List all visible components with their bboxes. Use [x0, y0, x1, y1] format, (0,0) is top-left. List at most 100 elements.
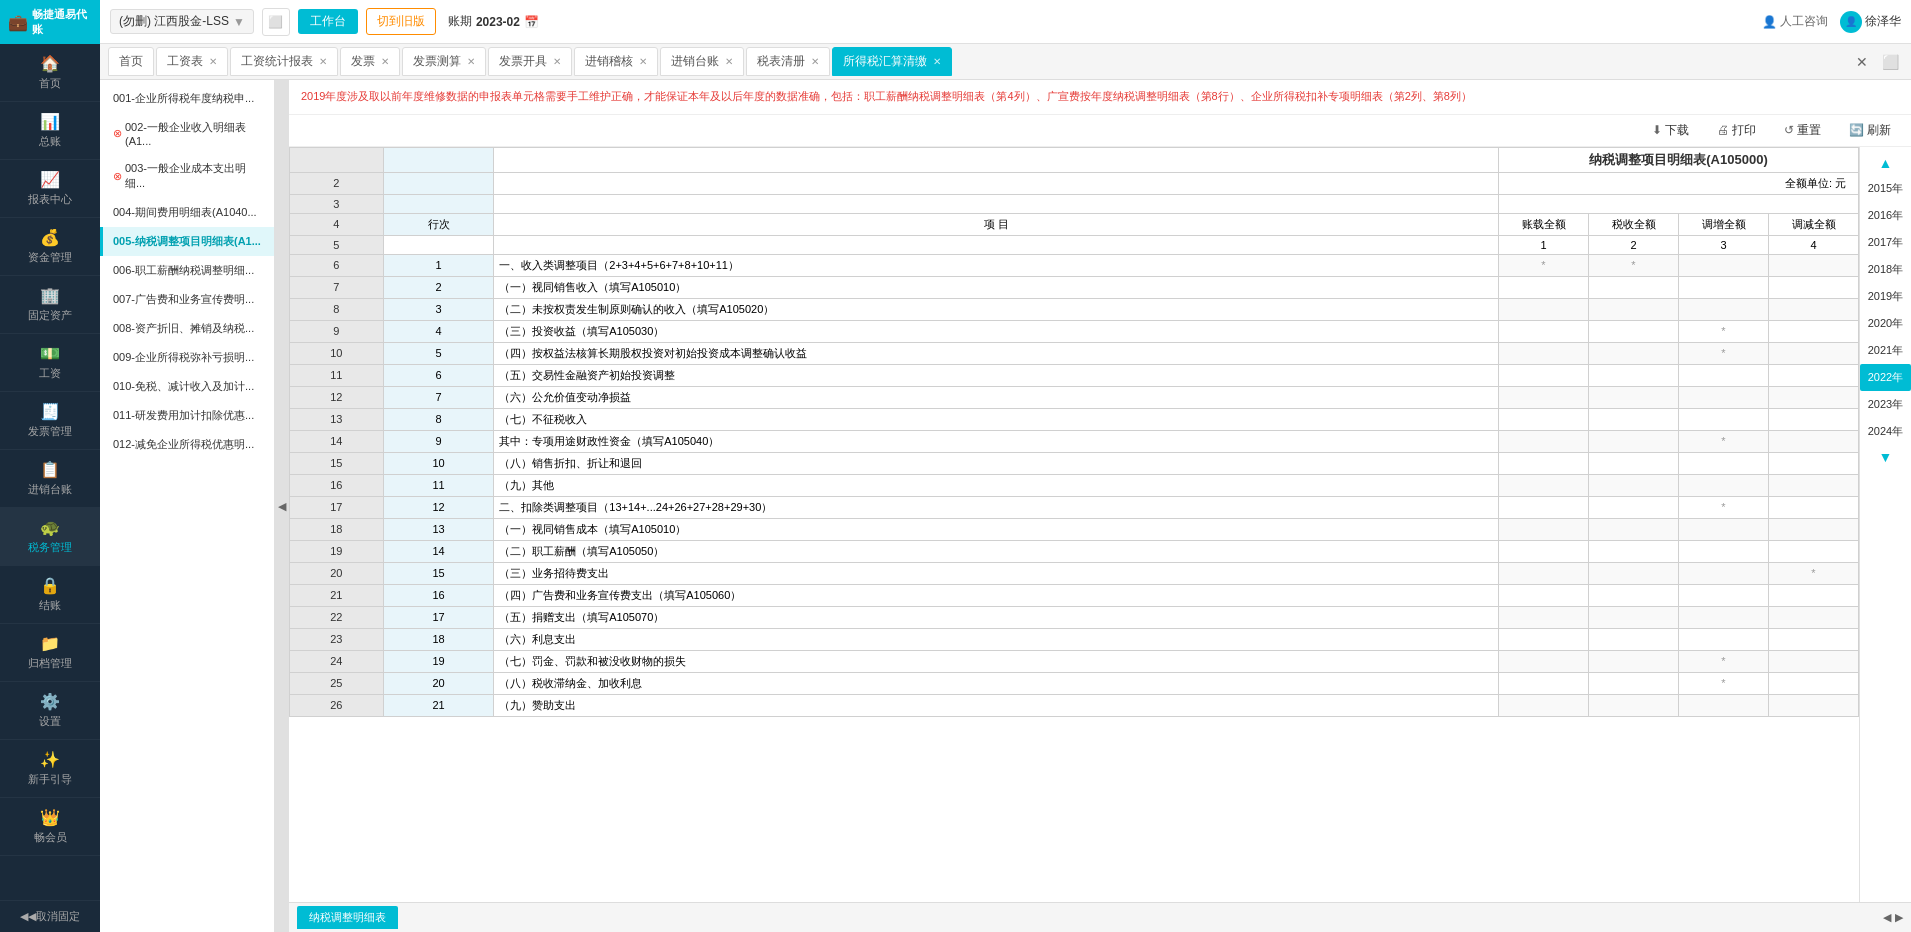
- left-panel-item-001[interactable]: 001-企业所得税年度纳税申...: [100, 84, 274, 113]
- cell-col2[interactable]: [1589, 276, 1679, 298]
- left-panel-item-004[interactable]: 004-期间费用明细表(A1040...: [100, 198, 274, 227]
- cell-col4[interactable]: [1769, 386, 1859, 408]
- user-menu[interactable]: 👤 徐泽华: [1840, 11, 1901, 33]
- cell-col1[interactable]: [1499, 650, 1589, 672]
- cell-col4[interactable]: [1769, 342, 1859, 364]
- cell-col2[interactable]: [1589, 650, 1679, 672]
- cell-col3[interactable]: *: [1679, 496, 1769, 518]
- cell-col3[interactable]: [1679, 452, 1769, 474]
- cell-col2[interactable]: [1589, 364, 1679, 386]
- cell-col1[interactable]: [1499, 672, 1589, 694]
- cell-col1[interactable]: [1499, 694, 1589, 716]
- cell-col1[interactable]: [1499, 298, 1589, 320]
- tab-income-tax-close[interactable]: ✕: [933, 56, 941, 67]
- cell-col3[interactable]: [1679, 298, 1769, 320]
- tab-invoice-calc-close[interactable]: ✕: [467, 56, 475, 67]
- sidebar-item-assets[interactable]: 💰 资金管理: [0, 218, 100, 276]
- year-2024[interactable]: 2024年: [1860, 418, 1911, 445]
- left-panel-item-005[interactable]: 005-纳税调整项目明细表(A1...: [100, 227, 274, 256]
- year-2018[interactable]: 2018年: [1860, 256, 1911, 283]
- sidebar-item-guide[interactable]: ✨ 新手引导: [0, 740, 100, 798]
- cell-col2[interactable]: [1589, 672, 1679, 694]
- cell-col2[interactable]: [1589, 408, 1679, 430]
- sheet-area[interactable]: 纳税调整项目明细表(A105000) 2 全额单位: 元 3: [289, 147, 1859, 902]
- refresh-button[interactable]: 🔄 刷新: [1841, 119, 1899, 142]
- cell-col4[interactable]: [1769, 276, 1859, 298]
- cell-col4[interactable]: [1769, 298, 1859, 320]
- cell-col3[interactable]: *: [1679, 320, 1769, 342]
- cell-col3[interactable]: [1679, 606, 1769, 628]
- sidebar-item-tax-mgmt[interactable]: 🐢 税务管理: [0, 508, 100, 566]
- company-selector[interactable]: (勿删) 江西股金-LSS ▼: [110, 9, 254, 34]
- cell-col1[interactable]: [1499, 430, 1589, 452]
- year-2021[interactable]: 2021年: [1860, 337, 1911, 364]
- calendar-icon[interactable]: 📅: [524, 15, 539, 29]
- bottom-tab-shuishui[interactable]: 纳税调整明细表: [297, 906, 398, 929]
- left-panel-item-008[interactable]: 008-资产折旧、摊销及纳税...: [100, 314, 274, 343]
- tab-tax-clear-close[interactable]: ✕: [811, 56, 819, 67]
- cell-col3[interactable]: [1679, 562, 1769, 584]
- cell-col2[interactable]: [1589, 342, 1679, 364]
- cell-col1[interactable]: *: [1499, 254, 1589, 276]
- sidebar-item-archive[interactable]: 📁 归档管理: [0, 624, 100, 682]
- cell-col1[interactable]: [1499, 628, 1589, 650]
- cell-col2[interactable]: [1589, 474, 1679, 496]
- cell-col2[interactable]: [1589, 606, 1679, 628]
- sidebar-item-reports[interactable]: 📈 报表中心: [0, 160, 100, 218]
- cell-col2[interactable]: *: [1589, 254, 1679, 276]
- cell-col3[interactable]: [1679, 276, 1769, 298]
- cell-col3[interactable]: [1679, 540, 1769, 562]
- cell-col4[interactable]: [1769, 496, 1859, 518]
- cell-col3[interactable]: *: [1679, 650, 1769, 672]
- cell-col1[interactable]: [1499, 518, 1589, 540]
- sidebar-item-invoice-mgmt[interactable]: 🧾 发票管理: [0, 392, 100, 450]
- year-scroll-up[interactable]: ▲: [1875, 151, 1897, 175]
- cell-col1[interactable]: [1499, 496, 1589, 518]
- window-close-btn[interactable]: ✕: [1852, 52, 1872, 72]
- tab-salary-stats-close[interactable]: ✕: [319, 56, 327, 67]
- print-button[interactable]: 🖨 打印: [1709, 119, 1764, 142]
- tab-invoice-open[interactable]: 发票开具 ✕: [488, 47, 572, 76]
- cell-col1[interactable]: [1499, 342, 1589, 364]
- left-panel-item-010[interactable]: 010-免税、减计收入及加计...: [100, 372, 274, 401]
- cell-col1[interactable]: [1499, 562, 1589, 584]
- sidebar-item-member[interactable]: 👑 畅会员: [0, 798, 100, 856]
- tab-invoice-close[interactable]: ✕: [381, 56, 389, 67]
- old-version-button[interactable]: 切到旧版: [366, 8, 436, 35]
- cell-col2[interactable]: [1589, 496, 1679, 518]
- reset-button[interactable]: ↺ 重置: [1776, 119, 1829, 142]
- cell-col3[interactable]: [1679, 694, 1769, 716]
- year-2019[interactable]: 2019年: [1860, 283, 1911, 310]
- cell-col2[interactable]: [1589, 430, 1679, 452]
- left-panel-item-011[interactable]: 011-研发费用加计扣除优惠...: [100, 401, 274, 430]
- cell-col1[interactable]: [1499, 364, 1589, 386]
- cell-col4[interactable]: [1769, 694, 1859, 716]
- cell-col4[interactable]: [1769, 430, 1859, 452]
- cell-col1[interactable]: [1499, 452, 1589, 474]
- cell-col4[interactable]: *: [1769, 562, 1859, 584]
- tab-invoice-open-close[interactable]: ✕: [553, 56, 561, 67]
- tab-income-tax[interactable]: 所得税汇算清缴 ✕: [832, 47, 952, 76]
- sidebar-item-closing[interactable]: 🔒 结账: [0, 566, 100, 624]
- cell-col4[interactable]: [1769, 606, 1859, 628]
- cell-col4[interactable]: [1769, 364, 1859, 386]
- sidebar-item-salary[interactable]: 💵 工资: [0, 334, 100, 392]
- year-2017[interactable]: 2017年: [1860, 229, 1911, 256]
- cell-col3[interactable]: [1679, 474, 1769, 496]
- cell-col1[interactable]: [1499, 408, 1589, 430]
- cell-col4[interactable]: [1769, 452, 1859, 474]
- cell-col1[interactable]: [1499, 540, 1589, 562]
- cell-col3[interactable]: [1679, 254, 1769, 276]
- pager-next[interactable]: ▶: [1895, 911, 1903, 924]
- service-button[interactable]: 👤 人工咨询: [1762, 13, 1828, 30]
- tab-salary-table[interactable]: 工资表 ✕: [156, 47, 228, 76]
- cell-col2[interactable]: [1589, 386, 1679, 408]
- cell-col4[interactable]: [1769, 584, 1859, 606]
- tab-invoice[interactable]: 发票 ✕: [340, 47, 400, 76]
- left-panel-item-002[interactable]: ⊗ 002-一般企业收入明细表(A1...: [100, 113, 274, 154]
- cell-col3[interactable]: [1679, 386, 1769, 408]
- tab-salary-stats[interactable]: 工资统计报表 ✕: [230, 47, 338, 76]
- cell-col1[interactable]: [1499, 606, 1589, 628]
- tab-invoice-calc[interactable]: 发票测算 ✕: [402, 47, 486, 76]
- cell-col2[interactable]: [1589, 518, 1679, 540]
